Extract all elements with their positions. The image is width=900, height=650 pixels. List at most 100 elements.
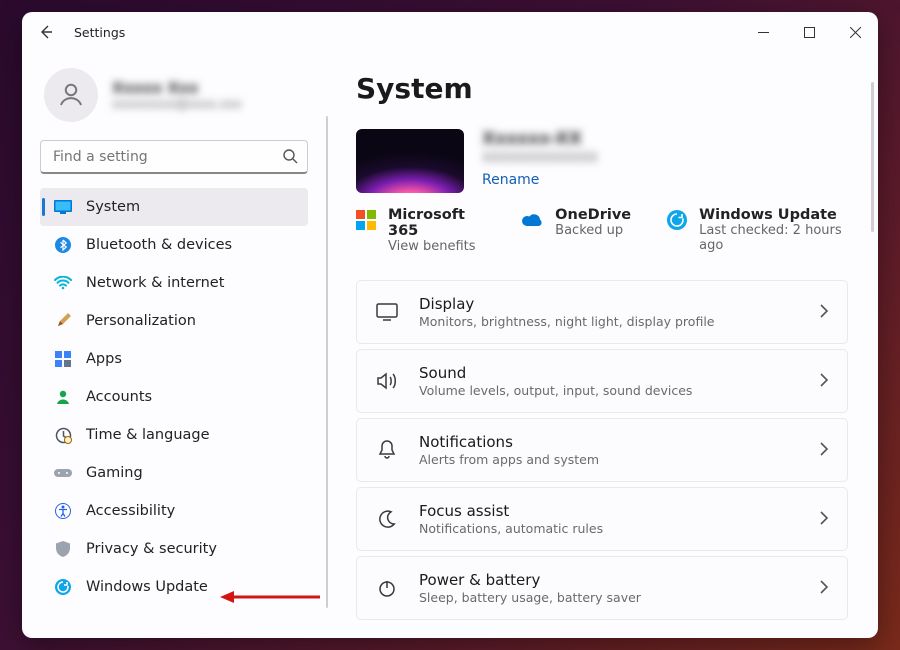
sidebar-item-label: Accounts — [86, 389, 152, 405]
sidebar-item-label: Gaming — [86, 465, 143, 481]
maximize-icon — [804, 27, 815, 38]
search-box — [40, 140, 308, 174]
sidebar-item-label: Apps — [86, 351, 122, 367]
main-content: System Xxxxxx-XX XXXXXXXXXXXXX Rename Mi… — [328, 52, 878, 638]
windows-update-icon — [54, 578, 72, 596]
card-sub: Notifications, automatic rules — [419, 521, 800, 536]
page-title: System — [356, 72, 848, 105]
chevron-right-icon — [820, 372, 829, 391]
status-windows-update[interactable]: Windows UpdateLast checked: 2 hours ago — [667, 207, 848, 254]
status-title: Windows Update — [699, 207, 848, 223]
search-icon — [282, 148, 298, 168]
paintbrush-icon — [54, 312, 72, 330]
minimize-button[interactable] — [740, 16, 786, 48]
card-focus-assist[interactable]: Focus assistNotifications, automatic rul… — [356, 487, 848, 551]
sidebar-item-time-language[interactable]: Time & language — [40, 416, 308, 454]
sidebar-item-windows-update[interactable]: Windows Update — [40, 568, 308, 606]
sidebar-item-label: Windows Update — [86, 579, 208, 595]
card-title: Display — [419, 295, 800, 313]
sidebar-item-label: Bluetooth & devices — [86, 237, 232, 253]
sidebar-item-system[interactable]: System — [40, 188, 308, 226]
sidebar-item-label: Accessibility — [86, 503, 175, 519]
accounts-icon — [54, 388, 72, 406]
search-input[interactable] — [40, 140, 308, 174]
onedrive-icon — [521, 209, 543, 231]
sidebar-item-bluetooth[interactable]: Bluetooth & devices — [40, 226, 308, 264]
desktop-wallpaper-thumb[interactable] — [356, 129, 464, 193]
bluetooth-icon — [54, 236, 72, 254]
settings-cards: DisplayMonitors, brightness, night light… — [356, 280, 848, 630]
rename-link[interactable]: Rename — [482, 172, 539, 188]
power-icon — [375, 576, 399, 600]
sidebar-item-label: Personalization — [86, 313, 196, 329]
user-account-row[interactable]: Xxxxx Xxx xxxxxxxxx@xxxx.xxx — [40, 68, 308, 122]
settings-window: Settings Xxxxx Xxx xxxxxxxxx@xxxx.xxx — [22, 12, 878, 638]
device-model: XXXXXXXXXXXXX — [482, 151, 598, 166]
system-icon — [54, 198, 72, 216]
accessibility-icon — [54, 502, 72, 520]
card-title: Focus assist — [419, 502, 800, 520]
card-title: Power & battery — [419, 571, 800, 589]
status-microsoft-365[interactable]: Microsoft 365View benefits — [356, 207, 485, 254]
sidebar: Xxxxx Xxx xxxxxxxxx@xxxx.xxx System Blue… — [22, 52, 322, 638]
clock-globe-icon — [54, 426, 72, 444]
device-name: Xxxxxx-XX — [482, 129, 598, 149]
gaming-icon — [54, 464, 72, 482]
app-title: Settings — [74, 25, 125, 40]
status-sub: Backed up — [555, 223, 631, 238]
chevron-right-icon — [820, 441, 829, 460]
status-sub: Last checked: 2 hours ago — [699, 223, 848, 253]
sidebar-item-privacy[interactable]: Privacy & security — [40, 530, 308, 568]
card-power-battery[interactable]: Power & batterySleep, battery usage, bat… — [356, 556, 848, 620]
chevron-right-icon — [820, 579, 829, 598]
maximize-button[interactable] — [786, 16, 832, 48]
status-row: Microsoft 365View benefits OneDriveBacke… — [356, 207, 848, 254]
apps-icon — [54, 350, 72, 368]
person-icon — [56, 80, 86, 110]
bell-icon — [375, 438, 399, 462]
card-sub: Alerts from apps and system — [419, 452, 800, 467]
update-sync-icon — [667, 209, 687, 231]
back-button[interactable] — [32, 18, 60, 46]
card-sub: Monitors, brightness, night light, displ… — [419, 314, 800, 329]
status-title: OneDrive — [555, 207, 631, 223]
titlebar: Settings — [22, 12, 878, 52]
sidebar-item-accessibility[interactable]: Accessibility — [40, 492, 308, 530]
device-hero: Xxxxxx-XX XXXXXXXXXXXXX Rename — [356, 129, 848, 193]
moon-icon — [375, 507, 399, 531]
sidebar-item-personalization[interactable]: Personalization — [40, 302, 308, 340]
wifi-icon — [54, 274, 72, 292]
sidebar-item-accounts[interactable]: Accounts — [40, 378, 308, 416]
close-button[interactable] — [832, 16, 878, 48]
arrow-left-icon — [38, 24, 54, 40]
sidebar-item-gaming[interactable]: Gaming — [40, 454, 308, 492]
minimize-icon — [758, 27, 769, 38]
chevron-right-icon — [820, 510, 829, 529]
card-notifications[interactable]: NotificationsAlerts from apps and system — [356, 418, 848, 482]
card-title: Sound — [419, 364, 800, 382]
nav: System Bluetooth & devices Network & int… — [40, 188, 308, 606]
sidebar-item-network[interactable]: Network & internet — [40, 264, 308, 302]
card-title: Notifications — [419, 433, 800, 451]
card-display[interactable]: DisplayMonitors, brightness, night light… — [356, 280, 848, 344]
close-icon — [850, 27, 861, 38]
sidebar-item-label: Privacy & security — [86, 541, 217, 557]
card-sub: Volume levels, output, input, sound devi… — [419, 383, 800, 398]
status-sub: View benefits — [388, 239, 485, 254]
microsoft-365-icon — [356, 209, 376, 231]
card-sound[interactable]: SoundVolume levels, output, input, sound… — [356, 349, 848, 413]
display-icon — [375, 300, 399, 324]
user-name: Xxxxx Xxx — [112, 79, 241, 97]
chevron-right-icon — [820, 303, 829, 322]
sidebar-item-apps[interactable]: Apps — [40, 340, 308, 378]
card-sub: Sleep, battery usage, battery saver — [419, 590, 800, 605]
sound-icon — [375, 369, 399, 393]
status-title: Microsoft 365 — [388, 207, 485, 239]
user-email: xxxxxxxxx@xxxx.xxx — [112, 97, 241, 111]
sidebar-item-label: System — [86, 199, 140, 215]
sidebar-item-label: Time & language — [86, 427, 210, 443]
avatar — [44, 68, 98, 122]
sidebar-item-label: Network & internet — [86, 275, 224, 291]
status-onedrive[interactable]: OneDriveBacked up — [521, 207, 631, 254]
shield-icon — [54, 540, 72, 558]
